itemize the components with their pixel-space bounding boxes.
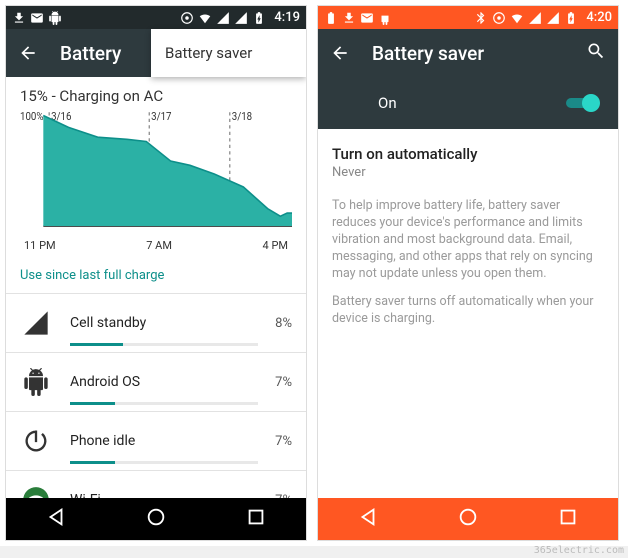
location-icon (180, 11, 194, 25)
signal-icon (216, 11, 230, 25)
usage-pct: 7% (275, 434, 292, 449)
auto-on-header[interactable]: Turn on automatically (332, 145, 604, 163)
battery-screen: 4:19 Battery Battery saver 15% - Chargin… (6, 6, 306, 540)
bluetooth-icon (474, 11, 488, 25)
app-bar: Battery saver (318, 29, 618, 77)
watermark: 365electric.com (534, 545, 624, 556)
status-time: 4:20 (586, 10, 612, 25)
battery-chart[interactable]: 100% 3/16 3/17 3/18 11 PM 7 AM 4 PM (6, 109, 306, 258)
mail-icon (360, 11, 374, 25)
battery-icon (324, 11, 338, 25)
power-icon (20, 425, 52, 457)
search-button[interactable] (586, 41, 606, 65)
toggle-switch[interactable] (566, 94, 600, 112)
svg-text:100%: 100% (20, 109, 44, 123)
usage-row-cell-standby[interactable]: Cell standby 8% (6, 294, 306, 352)
status-time: 4:19 (274, 10, 300, 25)
navigation-bar (318, 498, 618, 540)
usage-pct: 7% (275, 375, 292, 390)
signal-icon (528, 11, 542, 25)
menu-item-label: Battery saver (165, 44, 252, 62)
usage-bar (70, 461, 258, 464)
toggle-label: On (378, 94, 397, 112)
usage-bar (70, 343, 258, 346)
location-icon (492, 11, 506, 25)
help-text: To help improve battery life, battery sa… (332, 198, 604, 328)
cell-signal-icon (20, 307, 52, 339)
svg-text:3/17: 3/17 (151, 109, 172, 123)
battery-saver-toggle-row[interactable]: On (318, 77, 618, 129)
signal-icon (546, 11, 560, 25)
navigation-bar (6, 498, 306, 540)
usage-label: Cell standby (70, 315, 146, 331)
auto-on-value: Never (332, 165, 604, 180)
svg-text:3/18: 3/18 (232, 109, 253, 123)
usage-row-android-os[interactable]: Android OS 7% (6, 353, 306, 411)
wifi-icon (198, 11, 212, 25)
usage-label: Phone idle (70, 433, 135, 449)
nav-back-button[interactable] (357, 506, 379, 532)
status-bar: 4:20 (318, 6, 618, 29)
x-label: 4 PM (263, 239, 288, 252)
android-icon (20, 366, 52, 398)
page-title: Battery (60, 42, 121, 65)
nav-back-button[interactable] (45, 506, 67, 532)
x-label: 7 AM (146, 239, 172, 252)
page-title: Battery saver (372, 42, 484, 65)
usage-label: Android OS (70, 374, 140, 390)
signal-icon (234, 11, 248, 25)
overflow-menu-item[interactable]: Battery saver (151, 29, 306, 77)
app-bar: Battery Battery saver (6, 29, 306, 77)
usage-bar (70, 402, 258, 405)
battery-summary: 15% - Charging on AC (6, 77, 306, 109)
nav-home-button[interactable] (457, 506, 479, 532)
mail-icon (30, 11, 44, 25)
nav-home-button[interactable] (145, 506, 167, 532)
android-icon (378, 11, 392, 25)
download-icon (12, 11, 26, 25)
nav-recents-button[interactable] (557, 506, 579, 532)
use-since-header: Use since last full charge (6, 258, 306, 293)
battery-icon (252, 11, 266, 25)
nav-recents-button[interactable] (245, 506, 267, 532)
wifi-icon (510, 11, 524, 25)
battery-icon (564, 11, 578, 25)
usage-pct: 8% (275, 316, 292, 331)
back-button[interactable] (330, 43, 350, 63)
usage-row-phone-idle[interactable]: Phone idle 7% (6, 412, 306, 470)
status-bar: 4:19 (6, 6, 306, 29)
back-button[interactable] (18, 43, 38, 63)
x-label: 11 PM (24, 239, 56, 252)
download-icon (342, 11, 356, 25)
battery-saver-screen: 4:20 Battery saver On Turn on automatica… (318, 6, 618, 540)
android-icon (48, 11, 62, 25)
